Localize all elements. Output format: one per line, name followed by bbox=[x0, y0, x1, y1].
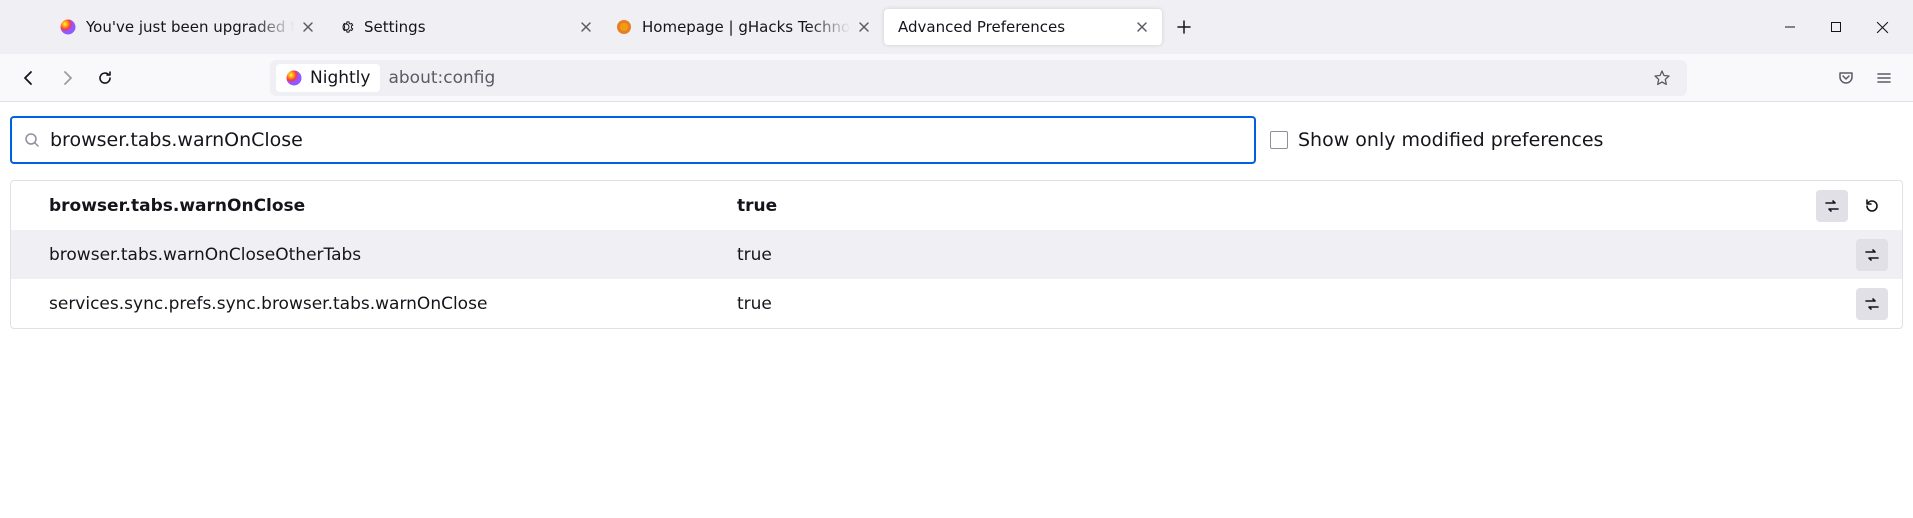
pref-value: true bbox=[737, 196, 1816, 216]
reload-button[interactable] bbox=[86, 60, 124, 96]
pref-results: browser.tabs.warnOnClose true browser.ta… bbox=[10, 180, 1903, 329]
pref-name: browser.tabs.warnOnCloseOtherTabs bbox=[49, 245, 737, 265]
ghacks-icon bbox=[616, 19, 632, 35]
firefox-icon bbox=[286, 70, 302, 86]
pref-search-box[interactable] bbox=[10, 116, 1256, 164]
pref-name: browser.tabs.warnOnClose bbox=[49, 196, 737, 216]
pref-actions bbox=[1816, 190, 1888, 222]
toggle-button[interactable] bbox=[1816, 190, 1848, 222]
pref-actions bbox=[1856, 239, 1888, 271]
search-row: Show only modified preferences bbox=[10, 116, 1903, 164]
pref-row[interactable]: browser.tabs.warnOnClose true bbox=[11, 181, 1902, 230]
pref-row[interactable]: browser.tabs.warnOnCloseOtherTabs true bbox=[11, 230, 1902, 279]
nav-bar: Nightly about:config bbox=[0, 54, 1913, 102]
pref-name: services.sync.prefs.sync.browser.tabs.wa… bbox=[49, 294, 737, 314]
back-button[interactable] bbox=[10, 60, 48, 96]
tab-label: Advanced Preferences bbox=[898, 18, 1128, 36]
firefox-icon bbox=[60, 19, 76, 35]
checkbox-icon bbox=[1270, 131, 1288, 149]
window-controls bbox=[1767, 8, 1905, 46]
tab-ghacks[interactable]: Homepage | gHacks Technology bbox=[606, 9, 884, 45]
url-bar[interactable]: Nightly about:config bbox=[270, 60, 1687, 96]
tab-label: You've just been upgraded to Fi bbox=[86, 18, 294, 36]
pref-search-input[interactable] bbox=[50, 129, 1242, 151]
pref-value: true bbox=[737, 245, 1856, 265]
reset-button[interactable] bbox=[1856, 190, 1888, 222]
identity-box[interactable]: Nightly bbox=[276, 64, 380, 92]
url-text: about:config bbox=[388, 68, 495, 88]
toggle-button[interactable] bbox=[1856, 288, 1888, 320]
pocket-icon[interactable] bbox=[1827, 60, 1865, 96]
new-tab-button[interactable] bbox=[1166, 9, 1202, 45]
minimize-button[interactable] bbox=[1767, 8, 1813, 46]
identity-label: Nightly bbox=[310, 68, 370, 88]
tab-settings[interactable]: Settings bbox=[328, 9, 606, 45]
close-icon[interactable] bbox=[576, 17, 596, 37]
tab-label: Settings bbox=[364, 18, 572, 36]
close-icon[interactable] bbox=[854, 17, 874, 37]
tab-advanced-preferences[interactable]: Advanced Preferences bbox=[884, 9, 1162, 45]
pref-row[interactable]: services.sync.prefs.sync.browser.tabs.wa… bbox=[11, 279, 1902, 328]
tab-upgraded[interactable]: You've just been upgraded to Fi bbox=[50, 9, 328, 45]
show-modified-checkbox[interactable]: Show only modified preferences bbox=[1270, 129, 1603, 151]
menu-icon[interactable] bbox=[1865, 60, 1903, 96]
close-window-button[interactable] bbox=[1859, 8, 1905, 46]
bookmark-star-icon[interactable] bbox=[1643, 60, 1681, 96]
pref-value: true bbox=[737, 294, 1856, 314]
tab-strip: You've just been upgraded to Fi Settings… bbox=[0, 0, 1913, 54]
reset-icon bbox=[1863, 197, 1881, 215]
toggle-button[interactable] bbox=[1856, 239, 1888, 271]
close-icon[interactable] bbox=[1132, 17, 1152, 37]
checkbox-label-text: Show only modified preferences bbox=[1298, 129, 1603, 151]
close-icon[interactable] bbox=[298, 17, 318, 37]
gear-icon bbox=[338, 19, 354, 35]
tab-label: Homepage | gHacks Technology bbox=[642, 18, 850, 36]
toggle-icon bbox=[1823, 197, 1841, 215]
forward-button[interactable] bbox=[48, 60, 86, 96]
search-icon bbox=[24, 132, 40, 148]
pref-actions bbox=[1856, 288, 1888, 320]
maximize-button[interactable] bbox=[1813, 8, 1859, 46]
toggle-icon bbox=[1863, 246, 1881, 264]
page-content: Show only modified preferences browser.t… bbox=[0, 102, 1913, 343]
toggle-icon bbox=[1863, 295, 1881, 313]
